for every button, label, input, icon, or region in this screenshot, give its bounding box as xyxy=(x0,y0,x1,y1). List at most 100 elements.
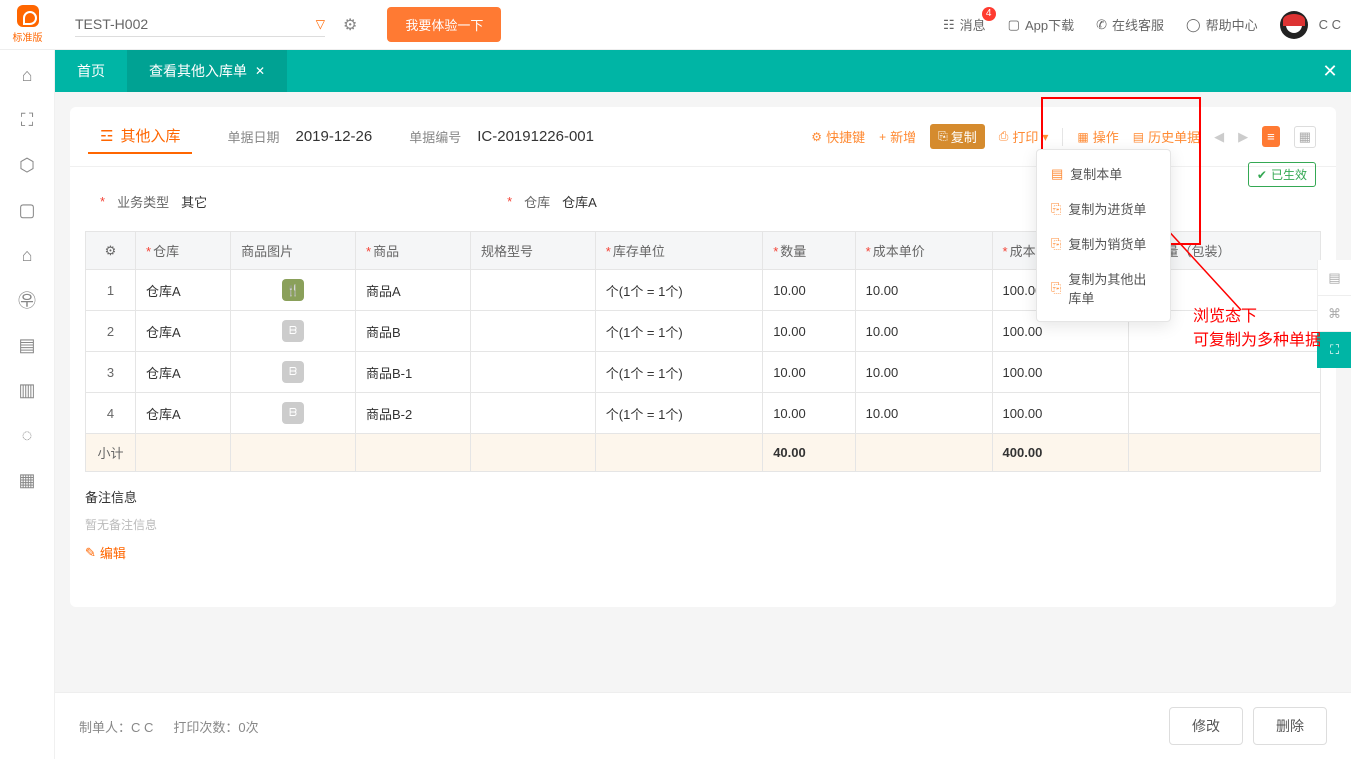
row-spec xyxy=(470,393,595,434)
row-index: 4 xyxy=(86,393,136,434)
prev-icon[interactable]: ◀ xyxy=(1214,129,1224,145)
online-service-action[interactable]: ✆ 在线客服 xyxy=(1096,15,1164,34)
tab-home-label: 首页 xyxy=(77,61,105,81)
messages-badge: 4 xyxy=(982,7,996,21)
col-product: *商品 xyxy=(356,232,471,270)
nav-warehouse-icon[interactable]: ⬡ xyxy=(17,155,37,175)
new-action[interactable]: + 新增 xyxy=(879,127,916,146)
history-label: 历史单据 xyxy=(1148,127,1200,146)
copy-action[interactable]: ⎘ 复制 xyxy=(930,124,985,149)
tab-home[interactable]: 首页 xyxy=(55,50,127,92)
subtotal-amount: 400.00 xyxy=(992,434,1129,472)
row-warehouse: 仓库A xyxy=(136,352,231,393)
tab-current[interactable]: 查看其他入库单 ✕ xyxy=(127,50,287,92)
copy-item-icon: ⎘ xyxy=(1051,236,1061,252)
nav-loading-icon[interactable]: ◌ xyxy=(17,425,37,445)
modify-button[interactable]: 修改 xyxy=(1169,707,1243,745)
messages-action[interactable]: ☷ 消息 4 xyxy=(943,15,986,34)
row-product: 商品B-1 xyxy=(356,352,471,393)
right-rail-link-icon[interactable]: ⌘ xyxy=(1317,296,1351,332)
row-image: ᗷ xyxy=(231,352,356,393)
row-spec xyxy=(470,311,595,352)
row-index: 3 xyxy=(86,352,136,393)
product-image-icon: ᗷ xyxy=(282,320,304,342)
right-rail-expand-icon[interactable]: ⛶ xyxy=(1317,332,1351,368)
copy-item-icon: ⎘ xyxy=(1051,280,1061,296)
row-qty: 10.00 xyxy=(763,393,855,434)
shortcut-action[interactable]: ⚙ 快捷键 xyxy=(811,127,865,146)
nav-money-icon[interactable]: ㉾ xyxy=(17,290,37,310)
help-center-action[interactable]: ◯ 帮助中心 xyxy=(1186,15,1258,34)
help-center-label: 帮助中心 xyxy=(1206,15,1258,34)
gear-icon: ⚙ xyxy=(811,130,822,144)
operate-label: 操作 xyxy=(1093,127,1119,146)
docno-value: IC-20191226-001 xyxy=(477,128,594,145)
copy-icon: ⎘ xyxy=(938,129,948,144)
row-available xyxy=(1129,393,1321,434)
org-select[interactable]: TEST-H002 ▽ xyxy=(75,12,325,37)
warehouse-field: * 仓库 仓库A xyxy=(507,192,597,211)
table-row[interactable]: 3仓库Aᗷ商品B-1个(1个 = 1个)10.0010.00100.00 xyxy=(86,352,1321,393)
tab-bar: 首页 查看其他入库单 ✕ ✕ xyxy=(55,50,1351,92)
copy-menu-item[interactable]: ▤复制本单 xyxy=(1037,156,1170,191)
delete-button[interactable]: 删除 xyxy=(1253,707,1327,745)
app-logo: 标准版 xyxy=(0,5,55,44)
print-action[interactable]: ⎙ 打印 ▾ xyxy=(999,127,1049,146)
org-name: TEST-H002 xyxy=(75,16,316,32)
row-index: 2 xyxy=(86,311,136,352)
copy-item-label: 复制为销货单 xyxy=(1068,234,1146,253)
table-row[interactable]: 4仓库Aᗷ商品B-2个(1个 = 1个)10.0010.00100.00 xyxy=(86,393,1321,434)
copy-item-label: 复制本单 xyxy=(1070,164,1122,183)
product-image-icon: 🍴 xyxy=(282,279,304,301)
subtotal-qty: 40.00 xyxy=(763,434,855,472)
row-unit: 个(1个 = 1个) xyxy=(595,393,762,434)
message-icon: ☷ xyxy=(943,17,955,33)
chevron-down-icon: ▾ xyxy=(1042,130,1048,144)
copy-label: 复制 xyxy=(951,127,977,146)
operate-action[interactable]: ▦ 操作 xyxy=(1077,127,1118,146)
date-label: 单据日期 xyxy=(227,127,279,146)
row-image: ᗷ xyxy=(231,311,356,352)
close-icon[interactable]: ✕ xyxy=(255,64,265,78)
nav-clipboard-icon[interactable]: ▤ xyxy=(17,335,37,355)
edit-icon: ✎ xyxy=(85,545,96,561)
nav-new-icon[interactable]: ▦ xyxy=(17,470,37,490)
try-button[interactable]: 我要体验一下 xyxy=(387,7,501,42)
right-rail-note-icon[interactable]: ▤ xyxy=(1317,260,1351,296)
biz-type-label: 业务类型 xyxy=(117,192,169,211)
row-unit: 个(1个 = 1个) xyxy=(595,270,762,311)
messages-label: 消息 xyxy=(960,15,986,34)
edit-remarks-link[interactable]: ✎ 编辑 xyxy=(85,543,1321,562)
nav-report-icon[interactable]: ▥ xyxy=(17,380,37,400)
tabbar-close-icon[interactable]: ✕ xyxy=(1309,50,1351,92)
row-spec xyxy=(470,352,595,393)
remarks-empty: 暂无备注信息 xyxy=(85,516,1321,533)
view-grid-toggle[interactable]: ▦ xyxy=(1294,126,1316,148)
logo-icon xyxy=(17,5,39,27)
left-nav-rail: ⌂ ⛶ ⬡ ▢ ⌂ ㉾ ▤ ▥ ◌ ▦ xyxy=(0,50,55,759)
copy-dropdown: ▤复制本单⎘复制为进货单⎘复制为销货单⎘复制为其他出库单 xyxy=(1036,149,1171,322)
col-gear[interactable]: ⚙ xyxy=(86,232,136,270)
copy-menu-item[interactable]: ⎘ 复制为销货单 xyxy=(1037,226,1170,261)
phone-icon: ▢ xyxy=(1008,17,1020,33)
copy-item-icon: ⎘ xyxy=(1051,201,1061,217)
nav-home-icon[interactable]: ⌂ xyxy=(17,65,37,85)
check-icon: ✔ xyxy=(1257,168,1267,182)
history-action[interactable]: ▤ 历史单据 xyxy=(1133,127,1200,146)
app-download-action[interactable]: ▢ App下载 xyxy=(1008,15,1074,34)
status-text: 已生效 xyxy=(1271,166,1307,183)
row-warehouse: 仓库A xyxy=(136,270,231,311)
nav-house-icon[interactable]: ⌂ xyxy=(17,245,37,265)
row-price: 10.00 xyxy=(855,393,992,434)
head-actions: ⚙ 快捷键 + 新增 ⎘ 复制 ⎙ 打印 xyxy=(811,124,1316,149)
copy-menu-item[interactable]: ⎘复制为进货单 xyxy=(1037,191,1170,226)
print-info: 打印次数：0次 xyxy=(173,717,258,736)
copy-menu-item[interactable]: ⎘复制为其他出库单 xyxy=(1037,261,1170,315)
print-icon: ⎙ xyxy=(999,129,1009,144)
settings-gear-icon[interactable]: ⚙ xyxy=(343,15,357,35)
user-menu[interactable]: C C xyxy=(1280,11,1341,39)
view-list-toggle[interactable]: ≡ xyxy=(1262,126,1280,147)
nav-gift-icon[interactable]: ⛶ xyxy=(17,110,37,130)
next-icon[interactable]: ▶ xyxy=(1238,129,1248,145)
nav-bag-icon[interactable]: ▢ xyxy=(17,200,37,220)
